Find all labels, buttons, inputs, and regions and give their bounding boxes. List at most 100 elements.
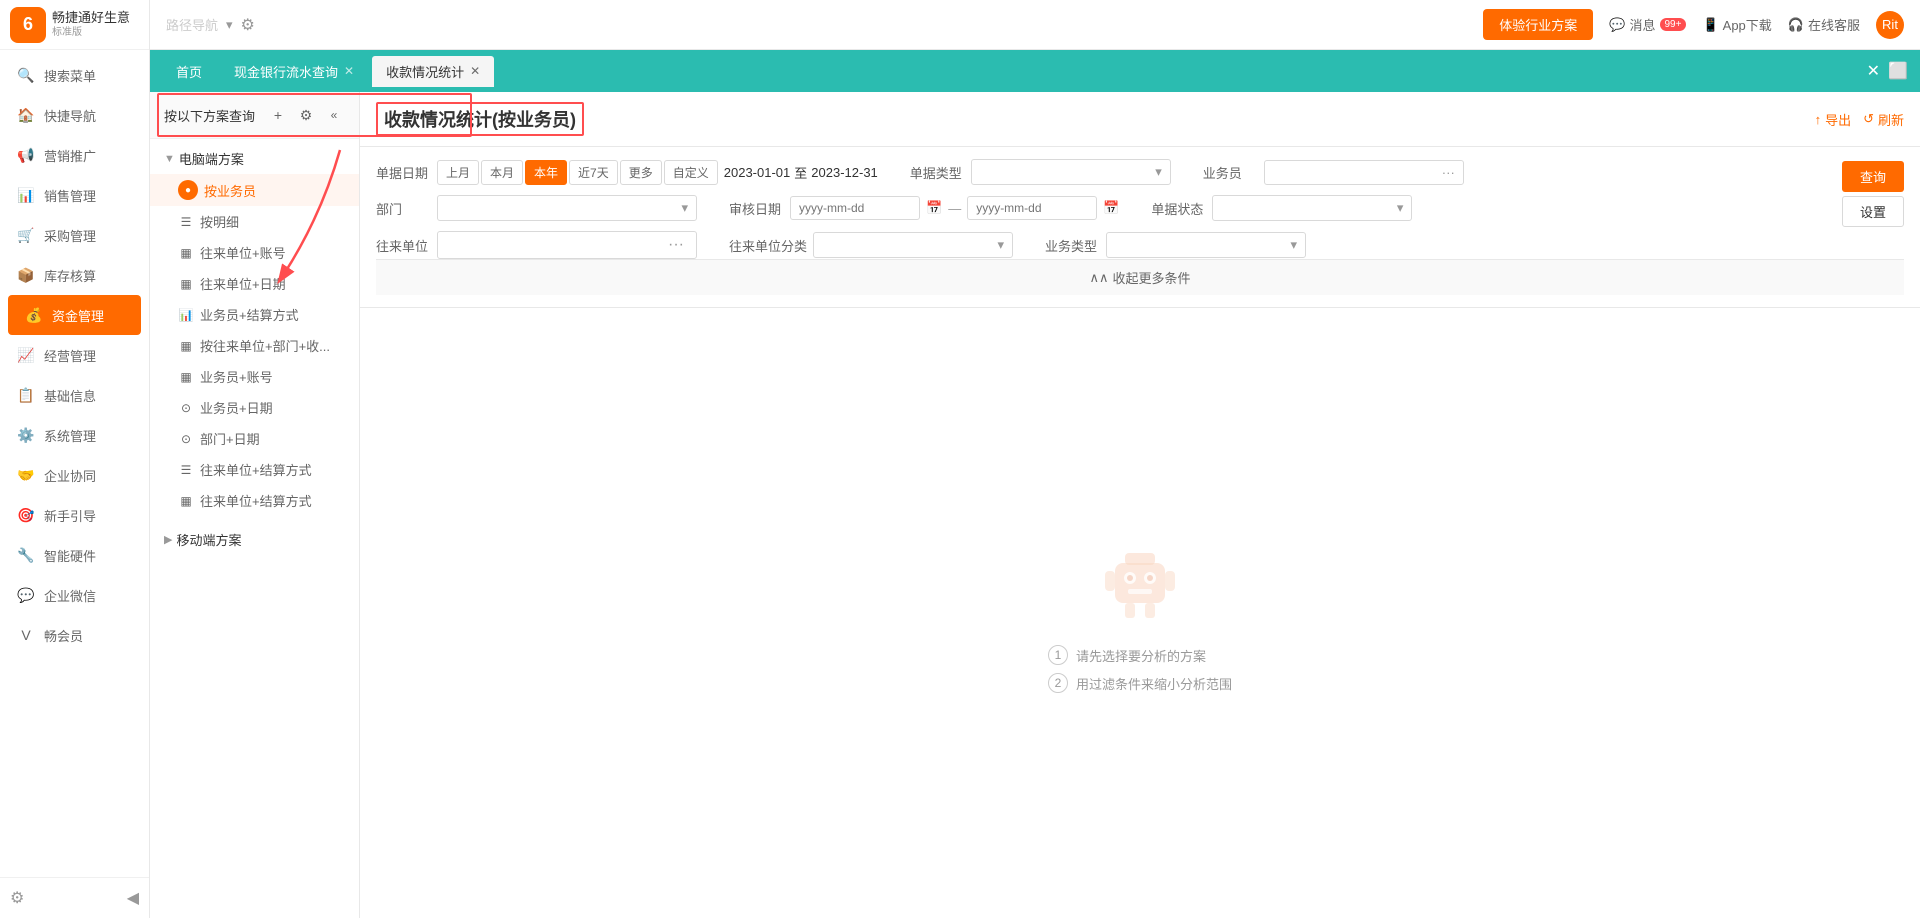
date-tab-本年[interactable]: 本年 xyxy=(525,160,567,185)
date-filter: 单据日期 上月本月本年近7天更多自定义 2023-01-01 至 2023-12… xyxy=(376,160,878,185)
sidebar-item-system[interactable]: ⚙️ 系统管理 xyxy=(0,415,149,455)
collapse-bar[interactable]: ∧∧ 收起更多条件 xyxy=(376,259,1904,295)
scheme-item-label-unit-dept-collection: 按往来单位+部门+收... xyxy=(200,336,330,355)
date-tab-更多[interactable]: 更多 xyxy=(620,160,662,185)
tab-close-bank-flow[interactable]: ✕ xyxy=(344,64,354,78)
scheme-settings-btn[interactable]: ⚙ xyxy=(295,104,317,126)
collapse-panel-btn[interactable]: « xyxy=(323,104,345,126)
group-label-mobile: 移动端方案 xyxy=(176,530,241,549)
logo-text: 畅捷通好生意 标准版 xyxy=(52,10,130,40)
tab-label-collection-stats: 收款情况统计 xyxy=(386,62,464,81)
online-service-btn[interactable]: 🎧 在线客服 xyxy=(1788,15,1860,34)
add-scheme-btn[interactable]: + xyxy=(267,104,289,126)
dept-select[interactable]: ▾ xyxy=(437,195,697,221)
tab-bank-flow[interactable]: 现金银行流水查询✕ xyxy=(220,56,368,87)
sidebar-item-smart-hw[interactable]: 🔧 智能硬件 xyxy=(0,535,149,575)
scheme-item-unit-dept-collection[interactable]: ▦ 按往来单位+部门+收... xyxy=(150,330,359,361)
empty-tip-2: 2 用过滤条件来缩小分析范围 xyxy=(1048,673,1232,693)
scheme-list: ▼ 电脑端方案● 按业务员☰ 按明细▦ 往来单位+账号▦ 往来单位+日期📊 业务… xyxy=(150,139,359,559)
smart-hw-icon: 🔧 xyxy=(16,545,36,565)
scheme-item-dept-date[interactable]: ⊙ 部门+日期 xyxy=(150,423,359,454)
dept-filter: 部门 ▾ xyxy=(376,195,697,221)
query-btn[interactable]: 查询 xyxy=(1842,161,1904,192)
sidebar-label-search: 搜索菜单 xyxy=(44,66,96,85)
window-maximize-icon[interactable]: ⬜ xyxy=(1888,61,1908,81)
scheme-item-by-detail[interactable]: ☰ 按明细 xyxy=(150,206,359,237)
trial-btn[interactable]: 体验行业方案 xyxy=(1483,9,1593,40)
app-download-btn[interactable]: 📱 App下载 xyxy=(1702,15,1771,34)
scheme-group-header-mobile[interactable]: ▶ 移动端方案 xyxy=(150,524,359,555)
sidebar-item-finance[interactable]: 💰 资金管理 xyxy=(8,295,141,335)
sidebar-item-enterprise[interactable]: 🤝 企业协同 xyxy=(0,455,149,495)
scheme-item-salesperson-payment[interactable]: 📊 业务员+结算方式 xyxy=(150,299,359,330)
refresh-icon: ↺ xyxy=(1863,111,1874,127)
scheme-item-unit-date[interactable]: ▦ 往来单位+日期 xyxy=(150,268,359,299)
page-title: 收款情况统计(按业务员) xyxy=(376,102,584,136)
export-btn[interactable]: ↑ 导出 xyxy=(1815,110,1852,129)
sidebar-item-wechat[interactable]: 💬 企业微信 xyxy=(0,575,149,615)
scheme-item-unit-account[interactable]: ▦ 往来单位+账号 xyxy=(150,237,359,268)
sidebar-item-warehouse[interactable]: 📦 库存核算 xyxy=(0,255,149,295)
scheme-item-icon-unit-payment2: ▦ xyxy=(178,493,194,509)
calendar-end-icon[interactable]: 📅 xyxy=(1103,200,1119,216)
panel-title: 按以下方案查询 xyxy=(164,106,255,125)
scheme-item-icon-dept-date: ⊙ xyxy=(178,431,194,447)
scheme-item-icon-salesperson-date: ⊙ xyxy=(178,400,194,416)
wechat-icon: 💬 xyxy=(16,585,36,605)
calendar-start-icon[interactable]: 📅 xyxy=(926,200,942,216)
sidebar-item-basic-info[interactable]: 📋 基础信息 xyxy=(0,375,149,415)
messages-btn[interactable]: 💬 消息 99+ xyxy=(1609,15,1686,34)
audit-date-end-input[interactable] xyxy=(967,196,1097,220)
collapse-sidebar-icon[interactable]: ◀ xyxy=(127,888,139,908)
partner-category-select[interactable]: ▾ xyxy=(813,232,1013,258)
doc-status-filter: 单据状态 ▾ xyxy=(1151,195,1412,221)
scheme-item-unit-payment1[interactable]: ☰ 往来单位+结算方式 xyxy=(150,454,359,485)
scheme-item-salesperson-account[interactable]: ▦ 业务员+账号 xyxy=(150,361,359,392)
tip-number-1: 1 xyxy=(1048,645,1068,665)
group-arrow-desktop: ▼ xyxy=(164,153,175,165)
partner-select[interactable]: ··· xyxy=(437,231,697,259)
window-close-icon[interactable]: ✕ xyxy=(1867,61,1880,81)
biz-type-select[interactable]: ▾ xyxy=(1106,232,1306,258)
gear-header-icon[interactable]: ⚙ xyxy=(241,15,255,35)
group-label-desktop: 电脑端方案 xyxy=(179,149,244,168)
date-tab-上月[interactable]: 上月 xyxy=(437,160,479,185)
tab-collection-stats[interactable]: 收款情况统计 ✕ xyxy=(372,56,494,87)
settings-icon[interactable]: ⚙ xyxy=(10,888,24,908)
scheme-group-header-desktop[interactable]: ▼ 电脑端方案 xyxy=(150,143,359,174)
scheme-group-desktop: ▼ 电脑端方案● 按业务员☰ 按明细▦ 往来单位+账号▦ 往来单位+日期📊 业务… xyxy=(150,139,359,520)
partner-category-filter: 往来单位分类 ▾ xyxy=(729,232,1013,258)
sidebar-item-guide[interactable]: 🎯 新手引导 xyxy=(0,495,149,535)
date-tab-自定义[interactable]: 自定义 xyxy=(664,160,718,185)
audit-date-start-input[interactable] xyxy=(790,196,920,220)
sidebar-item-quick-nav[interactable]: 🏠 快捷导航 xyxy=(0,95,149,135)
salesperson-select[interactable]: ··· xyxy=(1264,160,1464,185)
sidebar-item-marketing[interactable]: 📢 营销推广 xyxy=(0,135,149,175)
refresh-btn[interactable]: ↺ 刷新 xyxy=(1863,110,1904,129)
collapse-label: 收起更多条件 xyxy=(1113,268,1191,287)
sidebar-label-guide: 新手引导 xyxy=(44,506,96,525)
dept-label: 部门 xyxy=(376,199,431,218)
sidebar-item-search[interactable]: 🔍 搜索菜单 xyxy=(0,55,149,95)
partner-cat-dropdown-icon: ▾ xyxy=(997,237,1004,253)
scheme-item-by-salesperson[interactable]: ● 按业务员 xyxy=(150,174,359,206)
audit-date-filter: 审核日期 📅 — 📅 xyxy=(729,196,1119,220)
doc-status-select[interactable]: ▾ xyxy=(1212,195,1412,221)
doc-type-select[interactable]: ▾ xyxy=(971,159,1171,185)
partner-more-icon: ··· xyxy=(664,236,688,254)
sidebar-item-sales[interactable]: 📊 销售管理 xyxy=(0,175,149,215)
group-arrow-mobile: ▶ xyxy=(164,533,172,546)
tab-home[interactable]: 首页 xyxy=(162,56,216,87)
scheme-item-unit-payment2[interactable]: ▦ 往来单位+结算方式 xyxy=(150,485,359,516)
sales-icon: 📊 xyxy=(16,185,36,205)
user-avatar[interactable]: Rit xyxy=(1876,11,1904,39)
scheme-item-salesperson-date[interactable]: ⊙ 业务员+日期 xyxy=(150,392,359,423)
date-tab-本月[interactable]: 本月 xyxy=(481,160,523,185)
tab-close-collection-stats[interactable]: ✕ xyxy=(470,64,480,78)
sidebar-item-purchase[interactable]: 🛒 采购管理 xyxy=(0,215,149,255)
date-tab-近7天[interactable]: 近7天 xyxy=(569,160,618,185)
sidebar-item-operations[interactable]: 📈 经营管理 xyxy=(0,335,149,375)
filter-settings-btn[interactable]: 设置 xyxy=(1842,196,1904,227)
sidebar-item-member[interactable]: V 畅会员 xyxy=(0,615,149,655)
breadcrumb-dropdown[interactable]: ▾ xyxy=(226,17,233,33)
